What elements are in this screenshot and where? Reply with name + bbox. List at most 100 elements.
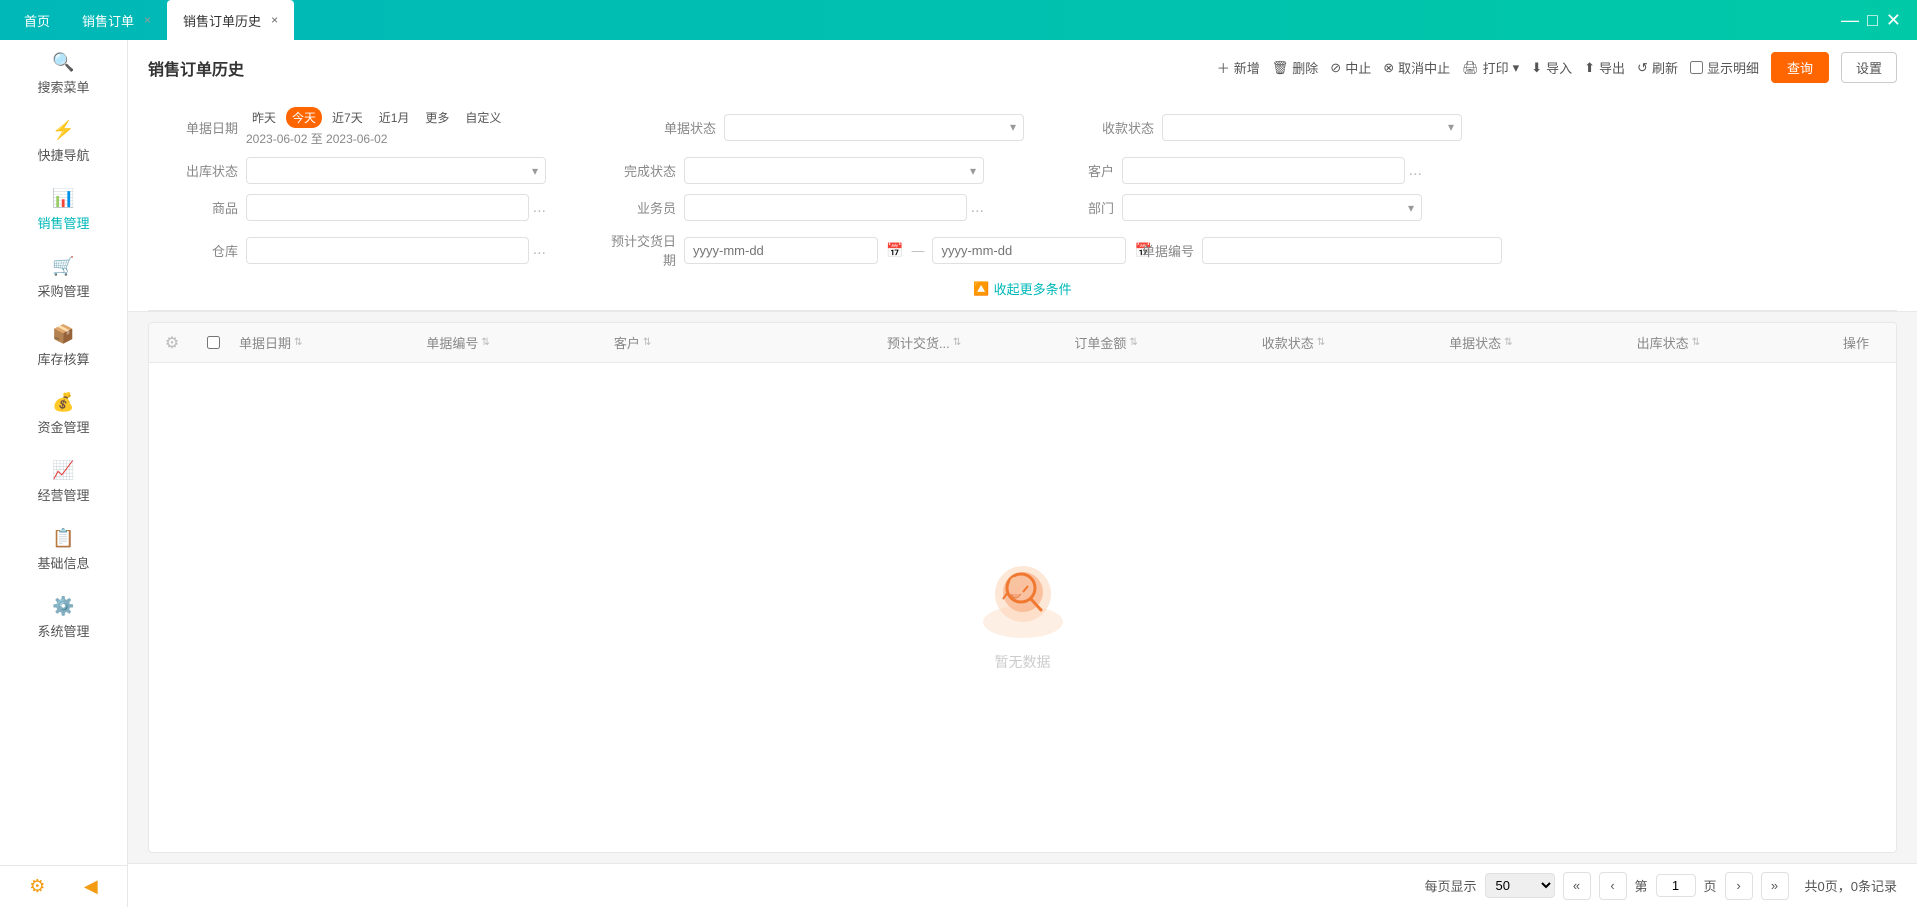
sort-customer-icon[interactable]: ⇅ (643, 337, 651, 348)
select-all-checkbox[interactable] (207, 336, 220, 349)
sidebar-item-inventory-label: 库存核算 (37, 349, 89, 368)
calendar-start-icon[interactable]: 📅 (886, 242, 903, 259)
warehouse-dots-icon[interactable]: ... (533, 241, 546, 259)
tab-home-label: 首页 (24, 11, 50, 30)
salesman-dots-icon[interactable]: ... (971, 199, 984, 217)
order-no-input[interactable] (1202, 237, 1502, 264)
sort-no-icon[interactable]: ⇅ (481, 337, 489, 348)
tab-sales-order-label: 销售订单 (82, 11, 134, 30)
complete-label: 完成状态 (606, 161, 676, 180)
add-button[interactable]: ＋ 新增 (1217, 58, 1260, 77)
filter-row-1: 单据日期 昨天 今天 近7天 近1月 更多 自定义 2023-06-02 至 2… (168, 107, 1877, 147)
payment-label: 收款状态 (1084, 118, 1154, 137)
refresh-icon: ↺ (1637, 60, 1648, 76)
filter-row-2: 出库状态 ▾ 完成状态 ▾ 客户 ... (168, 157, 1877, 184)
tab-home[interactable]: 首页 (8, 0, 66, 40)
stop-button[interactable]: ⊘ 中止 (1330, 58, 1371, 77)
query-button[interactable]: 查询 (1771, 52, 1829, 83)
sidebar-item-inventory[interactable]: 📦 库存核算 (0, 312, 127, 380)
first-page-btn[interactable]: « (1563, 872, 1591, 900)
export-label: 导出 (1599, 58, 1625, 77)
delete-button[interactable]: 🗑 删除 (1272, 58, 1319, 77)
date-btn-more[interactable]: 更多 (419, 107, 455, 128)
sidebar-item-system[interactable]: ⚙️ 系统管理 (0, 584, 127, 652)
sidebar-item-quicknav[interactable]: ⚡ 快捷导航 (0, 108, 127, 176)
date-btn-custom[interactable]: 自定义 (459, 107, 507, 128)
delivery-end-input[interactable] (932, 237, 1126, 264)
tab-sales-order-history-close[interactable]: × (271, 13, 278, 27)
cancel-stop-button[interactable]: ⊗ 取消中止 (1383, 58, 1450, 77)
collapse-sidebar-icon[interactable]: ◀ (84, 876, 98, 897)
show-detail-input[interactable] (1690, 61, 1703, 74)
date-btn-7days[interactable]: 近7天 (326, 107, 369, 128)
tab-sales-order-history[interactable]: 销售订单历史 × (167, 0, 294, 40)
settings-bottom-icon[interactable]: ⚙ (29, 876, 45, 897)
warehouse-label: 仓库 (168, 241, 238, 260)
goods-dots-icon[interactable]: ... (533, 199, 546, 217)
sidebar-item-basic[interactable]: 📋 基础信息 (0, 516, 127, 584)
th-order-status: 单据状态 ⇅ (1441, 333, 1628, 352)
refresh-button[interactable]: ↺ 刷新 (1637, 58, 1678, 77)
table-body: 暂无数据 (149, 363, 1896, 852)
complete-select[interactable] (684, 157, 984, 184)
table-header: ⚙ 单据日期 ⇅ 单据编号 ⇅ 客户 ⇅ 预计交货... (149, 323, 1896, 363)
per-page-select[interactable]: 10 20 50 100 (1485, 873, 1555, 898)
customer-dots-icon[interactable]: ... (1409, 162, 1422, 180)
salesman-input[interactable] (684, 194, 967, 221)
payment-select[interactable] (1162, 114, 1462, 141)
date-btn-today[interactable]: 今天 (286, 107, 322, 128)
table-select-all[interactable] (195, 336, 231, 349)
page-header: 销售订单历史 ＋ 新增 🗑 删除 ⊘ 中止 ⊗ (128, 40, 1917, 312)
goods-input[interactable] (246, 194, 529, 221)
date-btn-yesterday[interactable]: 昨天 (246, 107, 282, 128)
date-btn-1month[interactable]: 近1月 (373, 107, 416, 128)
out-select[interactable] (246, 157, 546, 184)
tab-sales-order-close[interactable]: × (144, 13, 151, 27)
sort-out-status-icon[interactable]: ⇅ (1692, 337, 1700, 348)
sidebar-item-search[interactable]: 🔍 搜索菜单 (0, 40, 127, 108)
tab-sales-order[interactable]: 销售订单 × (66, 0, 167, 40)
th-amount-label: 订单金额 (1074, 333, 1126, 352)
setting-button[interactable]: 设置 (1841, 52, 1897, 83)
dept-select[interactable] (1122, 194, 1422, 221)
finance-icon: 💰 (52, 392, 74, 413)
page-input[interactable] (1656, 874, 1696, 897)
sort-payment-status-icon[interactable]: ⇅ (1317, 337, 1325, 348)
sidebar-item-sales[interactable]: 📊 销售管理 (0, 176, 127, 244)
content-area: 销售订单历史 ＋ 新增 🗑 删除 ⊘ 中止 ⊗ (128, 40, 1917, 907)
next-page-btn[interactable]: › (1725, 872, 1753, 900)
sidebar-item-search-label: 搜索菜单 (37, 77, 89, 96)
no-data-illustration (973, 544, 1073, 644)
print-arrow-icon: ▾ (1513, 60, 1520, 76)
toolbar: ＋ 新增 🗑 删除 ⊘ 中止 ⊗ 取消中止 (1217, 52, 1897, 83)
close-icon[interactable]: ✕ (1886, 10, 1901, 31)
delivery-start-input[interactable] (684, 237, 878, 264)
customer-input[interactable] (1122, 157, 1405, 184)
sort-amount-icon[interactable]: ⇅ (1129, 337, 1137, 348)
table-settings-icon[interactable]: ⚙ (149, 333, 195, 353)
show-detail-toggle[interactable]: 显示明细 (1690, 58, 1759, 77)
sort-order-status-icon[interactable]: ⇅ (1504, 337, 1512, 348)
tab-sales-order-history-label: 销售订单历史 (183, 11, 261, 30)
prev-page-btn[interactable]: ‹ (1599, 872, 1627, 900)
import-button[interactable]: ⬇ 导入 (1531, 58, 1572, 77)
export-button[interactable]: ⬆ 导出 (1584, 58, 1625, 77)
sidebar-item-finance[interactable]: 💰 资金管理 (0, 380, 127, 448)
delete-label: 删除 (1292, 58, 1318, 77)
status-select[interactable] (724, 114, 1024, 141)
sidebar-item-purchase[interactable]: 🛒 采购管理 (0, 244, 127, 312)
last-page-btn[interactable]: » (1761, 872, 1789, 900)
print-button[interactable]: 🖨 打印 ▾ (1462, 58, 1519, 77)
sales-icon: 📊 (52, 188, 74, 209)
sort-delivery-icon[interactable]: ⇅ (953, 337, 961, 348)
th-date-label: 单据日期 (239, 333, 291, 352)
maximize-icon[interactable]: □ (1867, 10, 1878, 31)
delete-icon: 🗑 (1272, 60, 1289, 76)
warehouse-input[interactable] (246, 237, 529, 264)
minimize-icon[interactable]: — (1841, 10, 1859, 31)
collapse-row[interactable]: 🔼 收起更多条件 (168, 279, 1877, 298)
sidebar: 🔍 搜索菜单 ⚡ 快捷导航 📊 销售管理 🛒 采购管理 📦 库存核算 💰 资金管… (0, 40, 128, 907)
sort-date-icon[interactable]: ⇅ (294, 337, 302, 348)
sidebar-item-operation[interactable]: 📈 经营管理 (0, 448, 127, 516)
add-label: 新增 (1234, 58, 1260, 77)
